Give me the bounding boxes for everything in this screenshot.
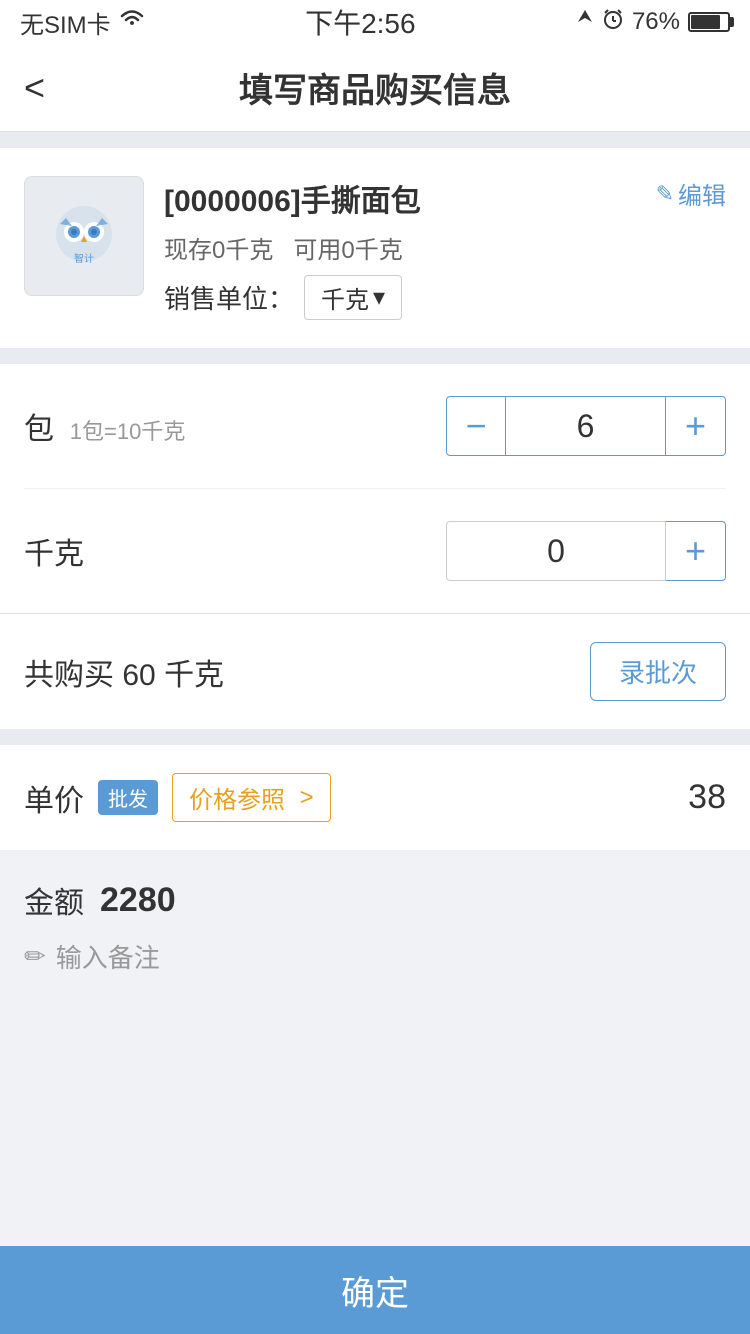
battery-label: 76% xyxy=(632,8,680,36)
kg-label: 千克 xyxy=(24,529,84,573)
status-left: 无SIM卡 xyxy=(20,5,145,40)
bag-increment-button[interactable]: + xyxy=(666,396,726,456)
price-tag-batch: 批发 xyxy=(98,780,158,815)
battery-icon xyxy=(688,12,730,32)
kg-quantity-input[interactable] xyxy=(446,521,666,581)
total-section: 共购买 60 千克 录批次 xyxy=(0,614,750,729)
page-title: 填写商品购买信息 xyxy=(239,63,511,112)
back-button[interactable]: < xyxy=(24,67,45,109)
amount-row: 金额 2280 xyxy=(24,878,726,922)
note-placeholder: 输入备注 xyxy=(56,938,160,975)
amount-value: 2280 xyxy=(100,881,176,920)
product-stock: 现存0千克 可用0千克 xyxy=(164,230,726,265)
product-logo-icon: 智计 xyxy=(44,204,124,269)
product-name: [0000006]手撕面包 xyxy=(164,176,726,220)
mid-separator-1 xyxy=(0,348,750,364)
status-bar: 无SIM卡 下午2:56 xyxy=(0,0,750,44)
total-label: 共购买 60 千克 xyxy=(24,650,224,694)
price-left: 单价 批发 价格参照 > xyxy=(24,773,331,822)
kg-input-row: 千克 + xyxy=(24,489,726,613)
mid-separator-2 xyxy=(0,729,750,745)
chevron-down-icon: ▾ xyxy=(373,283,385,312)
confirm-button[interactable]: 确定 xyxy=(341,1266,409,1315)
product-unit-row: 销售单位： 千克 ▾ xyxy=(164,275,726,320)
kg-stepper: + xyxy=(446,521,726,581)
nav-bar: < 填写商品购买信息 xyxy=(0,44,750,132)
chevron-right-icon: > xyxy=(300,784,314,812)
bag-input-row: 包 1包=10千克 − + xyxy=(24,364,726,489)
bag-label: 包 1包=10千克 xyxy=(24,404,185,448)
unit-select[interactable]: 千克 ▾ xyxy=(304,275,402,320)
price-section: 单价 批发 价格参照 > 38 xyxy=(0,745,750,850)
price-value: 38 xyxy=(688,778,726,817)
alarm-icon xyxy=(602,8,624,37)
price-reference-button[interactable]: 价格参照 > xyxy=(172,773,331,822)
location-icon xyxy=(576,8,594,37)
input-section: 包 1包=10千克 − + 千克 + xyxy=(0,364,750,613)
price-label: 单价 xyxy=(24,776,84,820)
edit-button[interactable]: ✎ 编辑 xyxy=(656,176,726,211)
edit-icon: ✎ xyxy=(656,181,674,207)
note-row[interactable]: ✏ 输入备注 xyxy=(24,938,726,975)
status-right: 76% xyxy=(576,8,730,37)
status-time: 下午2:56 xyxy=(305,2,416,42)
footer[interactable]: 确定 xyxy=(0,1246,750,1334)
svg-text:智计: 智计 xyxy=(74,252,94,265)
amount-section: 金额 2280 ✏ 输入备注 xyxy=(0,850,750,1003)
batch-button[interactable]: 录批次 xyxy=(590,642,726,701)
product-card: 智计 [0000006]手撕面包 现存0千克 可用0千克 销售单位： 千克 ▾ … xyxy=(0,148,750,348)
bag-decrement-button[interactable]: − xyxy=(446,396,506,456)
empty-space xyxy=(0,1003,750,1203)
top-separator xyxy=(0,132,750,148)
product-image: 智计 xyxy=(24,176,144,296)
amount-label: 金额 xyxy=(24,878,84,922)
product-info: [0000006]手撕面包 现存0千克 可用0千克 销售单位： 千克 ▾ xyxy=(164,176,726,320)
kg-increment-button[interactable]: + xyxy=(666,521,726,581)
carrier-label: 无SIM卡 xyxy=(20,5,111,40)
wifi-icon xyxy=(119,8,145,36)
bag-stepper: − + xyxy=(446,396,726,456)
bag-quantity-input[interactable] xyxy=(506,396,666,456)
note-icon: ✏ xyxy=(24,941,46,972)
